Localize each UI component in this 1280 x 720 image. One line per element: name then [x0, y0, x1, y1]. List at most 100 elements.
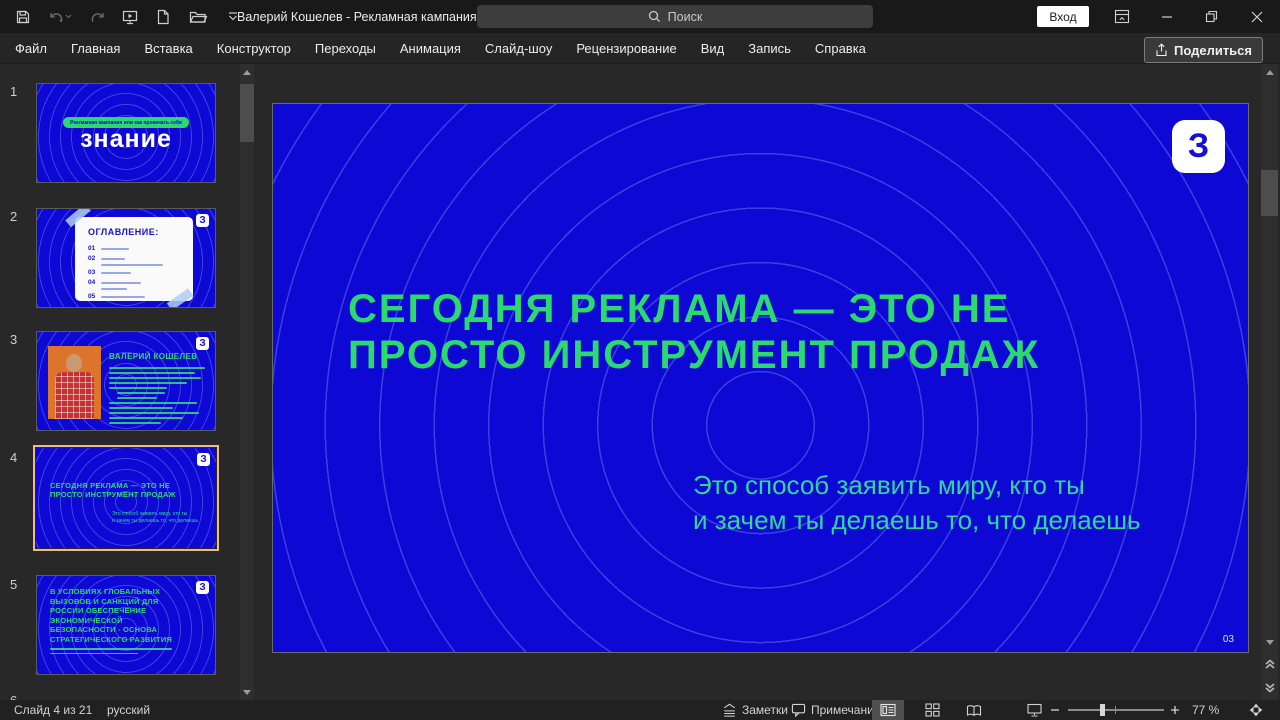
sign-in-button[interactable]: Вход	[1037, 6, 1089, 27]
slide-thumbnail-3[interactable]: ВАЛЕРИЙ КОШЕЛЕВ З	[36, 331, 216, 431]
slide-thumbnail-5[interactable]: В УСЛОВИЯХ ГЛОБАЛЬНЫХ ВЫЗОВОВ И САНКЦИЙ …	[36, 575, 216, 675]
tab-view[interactable]: Вид	[689, 33, 737, 63]
thumbnail-scrollbar-thumb[interactable]	[240, 84, 254, 142]
thumbnail-scroll-down-icon[interactable]	[240, 684, 254, 700]
ribbon-display-options-icon[interactable]	[1099, 0, 1144, 33]
titlebar: Валерий Кошелев - Рекламная кампания.ppt…	[0, 0, 1280, 33]
slide-thumbnail-4[interactable]: СЕГОДНЯ РЕКЛАМА — ЭТО НЕ ПРОСТО ИНСТРУМЕ…	[36, 448, 216, 548]
tab-slideshow[interactable]: Слайд-шоу	[473, 33, 564, 63]
zoom-slider-center-tick	[1115, 706, 1116, 714]
normal-view-icon	[880, 703, 896, 717]
slide-number-2: 2	[10, 209, 18, 224]
zoom-slider-track[interactable]	[1068, 709, 1164, 711]
new-file-button[interactable]	[154, 6, 172, 28]
restore-button[interactable]	[1189, 0, 1234, 33]
open-folder-button[interactable]	[187, 6, 209, 28]
start-slideshow-button[interactable]	[121, 6, 139, 28]
slide-page-number: 03	[1222, 634, 1234, 645]
znanie-logo-icon: З	[196, 581, 209, 594]
zoom-level[interactable]: 77 %	[1192, 700, 1219, 720]
powerpoint-window: Валерий Кошелев - Рекламная кампания.ppt…	[0, 0, 1280, 720]
toc-card: ОГЛАВЛЕНИЕ: 01 02 00 03 04 00 05	[75, 217, 193, 301]
canvas-scrollbar-thumb[interactable]	[1261, 170, 1278, 216]
notes-icon	[723, 703, 736, 717]
canvas-scroll-up-icon[interactable]	[1261, 64, 1278, 80]
zoom-out-button[interactable]	[1050, 700, 1060, 720]
tab-review[interactable]: Рецензирование	[564, 33, 688, 63]
minimize-button[interactable]	[1144, 0, 1189, 33]
previous-slide-button[interactable]	[1261, 654, 1278, 674]
zoom-in-button[interactable]	[1170, 700, 1180, 720]
speaker-photo	[48, 346, 101, 419]
notes-toggle[interactable]: Заметки	[722, 700, 788, 720]
znanie-logo-icon: З	[196, 337, 209, 350]
fit-to-window-button[interactable]	[1240, 700, 1272, 720]
canvas-scrollbar[interactable]	[1261, 64, 1278, 700]
thumb5-body-lines	[50, 648, 180, 654]
next-slide-button[interactable]	[1261, 678, 1278, 698]
current-slide[interactable]: СЕГОДНЯ РЕКЛАМА — ЭТО НЕ ПРОСТО ИНСТРУМЕ…	[272, 103, 1249, 653]
reading-view-button[interactable]	[958, 700, 990, 720]
thumb5-title: В УСЛОВИЯХ ГЛОБАЛЬНЫХ ВЫЗОВОВ И САНКЦИЙ …	[50, 587, 173, 644]
speaker-name: ВАЛЕРИЙ КОШЕЛЕВ	[109, 352, 198, 361]
zoom-in-icon	[1171, 706, 1179, 714]
slideshow-view-button[interactable]	[1018, 700, 1050, 720]
toc-item-number: 05	[88, 293, 96, 300]
thumbnail-scrollbar[interactable]	[240, 64, 254, 700]
slide-thumbnail-1[interactable]: Рекламная кампания или как прокачать себ…	[36, 83, 216, 183]
status-bar: Слайд 4 из 21 русский Заметки Примечания	[0, 700, 1280, 720]
close-button[interactable]	[1234, 0, 1279, 33]
tab-animations[interactable]: Анимация	[388, 33, 473, 63]
slide-status: Слайд 4 из 21	[14, 703, 93, 717]
reading-view-icon	[966, 704, 982, 716]
toc-item-number: 03	[88, 269, 96, 276]
share-button[interactable]: Поделиться	[1143, 37, 1263, 63]
tab-record[interactable]: Запись	[736, 33, 803, 63]
zoom-slider-thumb[interactable]	[1100, 704, 1105, 716]
slide-subtitle-line1: Это способ заявить миру, кто ты	[693, 470, 1085, 500]
speaker-bullets	[109, 367, 209, 424]
tab-home[interactable]: Главная	[59, 33, 132, 63]
rings-background	[273, 104, 1248, 652]
znanie-logo-icon: З	[196, 214, 209, 227]
comments-toggle[interactable]: Примечания	[791, 700, 880, 720]
tab-insert[interactable]: Вставка	[132, 33, 204, 63]
thumb4-body: Это способ заявить миру, кто ты и зачем …	[112, 511, 199, 524]
search-placeholder: Поиск	[667, 9, 703, 24]
znanie-logo-text: знание	[80, 125, 172, 153]
search-box[interactable]: Поиск	[477, 5, 873, 28]
slide-number-3: 3	[10, 332, 18, 347]
normal-view-button[interactable]	[872, 700, 904, 720]
slideshow-view-icon	[1026, 703, 1042, 717]
fit-to-window-icon	[1249, 703, 1263, 717]
slide-title-textbox[interactable]: СЕГОДНЯ РЕКЛАМА — ЭТО НЕ ПРОСТО ИНСТРУМЕ…	[348, 286, 1040, 378]
slide-thumbnail-panel: 1 Рекламная кампания или как прокачать с…	[0, 64, 258, 700]
slide-title-line1: СЕГОДНЯ РЕКЛАМА — ЭТО НЕ	[348, 287, 1011, 331]
toc-title: ОГЛАВЛЕНИЕ:	[88, 227, 159, 237]
thumbnail-scroll-up-icon[interactable]	[240, 64, 254, 80]
slide-number-1: 1	[10, 84, 18, 99]
tab-help[interactable]: Справка	[803, 33, 878, 63]
slide-subtitle-textbox[interactable]: Это способ заявить миру, кто ты и зачем …	[693, 468, 1141, 538]
comments-icon	[791, 703, 806, 717]
slide-number-5: 5	[10, 577, 18, 592]
canvas-scroll-down-icon[interactable]	[1261, 634, 1278, 650]
tab-transitions[interactable]: Переходы	[303, 33, 388, 63]
znanie-logo-icon: З	[197, 453, 210, 466]
tab-design[interactable]: Конструктор	[205, 33, 303, 63]
redo-button[interactable]	[88, 6, 106, 28]
slide-subtitle-line2: и зачем ты делаешь то, что делаешь	[693, 505, 1141, 535]
share-icon	[1156, 43, 1167, 57]
quick-access-toolbar	[14, 0, 242, 33]
znanie-logo-icon: З	[1172, 120, 1225, 173]
slide-sorter-button[interactable]	[916, 700, 948, 720]
slide-editing-area[interactable]: СЕГОДНЯ РЕКЛАМА — ЭТО НЕ ПРОСТО ИНСТРУМЕ…	[258, 64, 1258, 700]
tab-file[interactable]: Файл	[3, 33, 59, 63]
slide-thumbnail-2[interactable]: ОГЛАВЛЕНИЕ: 01 02 00 03 04 00 05 З	[36, 208, 216, 308]
toc-item-number: 01	[88, 245, 96, 252]
language-status[interactable]: русский	[107, 700, 150, 720]
search-icon	[648, 10, 660, 23]
slide-thumbnail-4-selected[interactable]: СЕГОДНЯ РЕКЛАМА — ЭТО НЕ ПРОСТО ИНСТРУМЕ…	[33, 445, 219, 551]
save-button[interactable]	[14, 6, 32, 28]
undo-button[interactable]	[47, 6, 73, 28]
